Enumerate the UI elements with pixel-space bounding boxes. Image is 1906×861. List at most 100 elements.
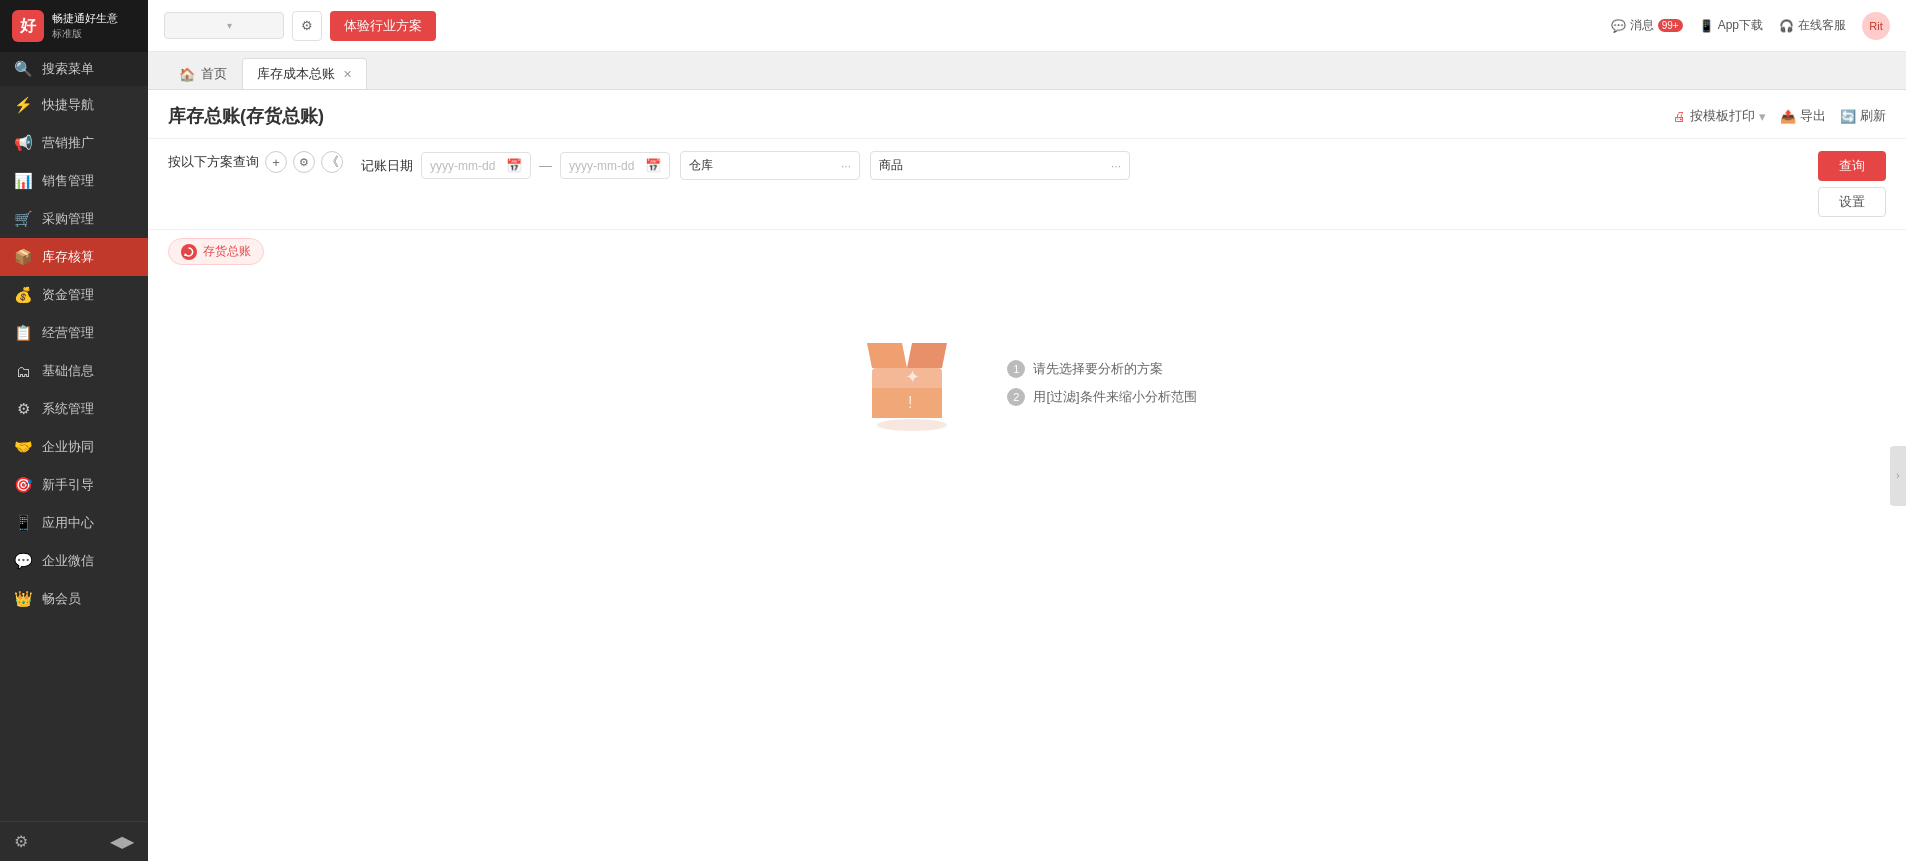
shortcut-icon: ⚡ — [14, 96, 32, 114]
message-button[interactable]: 💬 消息 99+ — [1611, 17, 1683, 34]
member-icon: 👑 — [14, 590, 32, 608]
sidebar-item-purchase[interactable]: 🛒 采购管理 — [0, 200, 148, 238]
export-icon: 📤 — [1780, 109, 1796, 124]
print-template-button[interactable]: 🖨 按模板打印 ▾ — [1673, 107, 1766, 125]
sidebar-item-newbie[interactable]: 🎯 新手引导 — [0, 466, 148, 504]
sidebar-item-sales[interactable]: 📊 销售管理 — [0, 162, 148, 200]
svg-marker-3 — [867, 343, 907, 368]
calendar-end-icon[interactable]: 📅 — [645, 158, 661, 173]
filter-settings-button[interactable]: 设置 — [1818, 187, 1886, 217]
empty-state: ✦ ! 1 请先选择要分析的方案 2 用[过滤]条件来缩小分析范围 — [148, 273, 1906, 493]
warehouse-more-icon[interactable]: ··· — [841, 159, 851, 173]
sidebar-inventory-label: 库存核算 — [42, 248, 94, 266]
scheme-tag-icon — [181, 244, 197, 260]
chevron-down-icon: ▾ — [227, 20, 232, 31]
sidebar-item-enterprise[interactable]: 🤝 企业协同 — [0, 428, 148, 466]
settings-footer-icon[interactable]: ⚙ — [14, 832, 28, 851]
right-collapse-button[interactable]: › — [1890, 446, 1906, 506]
search-icon: 🔍 — [14, 60, 32, 78]
main-area: ▾ ⚙ 体验行业方案 💬 消息 99+ 📱 App下载 🎧 在线客服 — [148, 0, 1906, 861]
sidebar-item-basics[interactable]: 🗂 基础信息 — [0, 352, 148, 390]
inventory-icon: 📦 — [14, 248, 32, 266]
tab-home-label: 首页 — [201, 65, 227, 83]
avatar: Rit — [1862, 12, 1890, 40]
online-service-button[interactable]: 🎧 在线客服 — [1779, 17, 1846, 34]
refresh-button[interactable]: 🔄 刷新 — [1840, 107, 1886, 125]
svg-point-1 — [877, 419, 947, 431]
date-end-input[interactable]: yyyy-mm-dd 📅 — [560, 152, 670, 179]
trial-industry-button[interactable]: 体验行业方案 — [330, 11, 436, 41]
tab-close-icon[interactable]: ✕ — [343, 68, 352, 81]
sidebar-item-system[interactable]: ⚙ 系统管理 — [0, 390, 148, 428]
query-button[interactable]: 查询 — [1818, 151, 1886, 181]
breadcrumb[interactable]: ▾ — [164, 12, 284, 39]
empty-illustration: ✦ ! — [857, 333, 977, 433]
empty-tip-1: 1 请先选择要分析的方案 — [1007, 360, 1196, 378]
page-title: 库存总账(存货总账) — [168, 104, 324, 128]
topbar: ▾ ⚙ 体验行业方案 💬 消息 99+ 📱 App下载 🎧 在线客服 — [148, 0, 1906, 52]
export-button[interactable]: 📤 导出 — [1780, 107, 1826, 125]
basics-icon: 🗂 — [14, 363, 32, 380]
scheme-tag[interactable]: 存货总账 — [168, 238, 264, 265]
collapse-toggle-icon[interactable]: ◀▶ — [110, 832, 134, 851]
logo-icon: 好 — [12, 10, 44, 42]
warehouse-filter-group: 仓库 ··· — [680, 151, 860, 180]
dropdown-arrow-icon: ▾ — [1759, 109, 1766, 124]
date-start-input[interactable]: yyyy-mm-dd 📅 — [421, 152, 531, 179]
app-logo: 好 畅捷通好生意 标准版 — [0, 0, 148, 52]
page-header: 库存总账(存货总账) 🖨 按模板打印 ▾ 📤 导出 🔄 刷新 — [148, 90, 1906, 139]
sidebar-item-search[interactable]: 🔍 搜索菜单 — [0, 52, 148, 86]
sidebar-item-appcenter[interactable]: 📱 应用中心 — [0, 504, 148, 542]
filter-label: 按以下方案查询 — [168, 153, 259, 171]
sidebar-search-label: 搜索菜单 — [42, 60, 94, 78]
scheme-tag-label: 存货总账 — [203, 243, 251, 260]
date-filter-group: 记账日期 yyyy-mm-dd 📅 — yyyy-mm-dd 📅 — [361, 152, 670, 179]
app-download-button[interactable]: 📱 App下载 — [1699, 17, 1763, 34]
wechat-icon: 💬 — [14, 552, 32, 570]
date-end-placeholder: yyyy-mm-dd — [569, 159, 634, 173]
sidebar-newbie-label: 新手引导 — [42, 476, 94, 494]
operations-icon: 📋 — [14, 324, 32, 342]
headset-icon: 🎧 — [1779, 19, 1794, 33]
refresh-label: 刷新 — [1860, 107, 1886, 125]
collapse-filter-button[interactable]: 《 — [321, 151, 343, 173]
sidebar-item-finance[interactable]: 💰 资金管理 — [0, 276, 148, 314]
warehouse-selector[interactable]: 仓库 ··· — [680, 151, 860, 180]
sidebar-purchase-label: 采购管理 — [42, 210, 94, 228]
tip-number-2: 2 — [1007, 388, 1025, 406]
enterprise-icon: 🤝 — [14, 438, 32, 456]
tab-inventory-ledger[interactable]: 库存成本总账 ✕ — [242, 58, 367, 89]
svg-rect-5 — [872, 388, 942, 418]
user-display: Rit — [1869, 20, 1882, 32]
settings-button[interactable]: ⚙ — [292, 11, 322, 41]
sidebar-nav: 🔍 搜索菜单 ⚡ 快捷导航 📢 营销推广 📊 销售管理 🛒 采购管理 📦 库存核… — [0, 52, 148, 821]
date-start-placeholder: yyyy-mm-dd — [430, 159, 495, 173]
tip-number-1: 1 — [1007, 360, 1025, 378]
svg-text:✦: ✦ — [905, 367, 920, 387]
manage-filter-button[interactable]: ⚙ — [293, 151, 315, 173]
tab-home[interactable]: 🏠 首页 — [164, 58, 242, 89]
message-label: 消息 — [1630, 17, 1654, 34]
add-filter-button[interactable]: + — [265, 151, 287, 173]
sidebar-footer: ⚙ ◀▶ — [0, 821, 148, 861]
breadcrumb-text — [175, 17, 223, 34]
sidebar-finance-label: 资金管理 — [42, 286, 94, 304]
product-more-icon[interactable]: ··· — [1111, 159, 1121, 173]
product-filter-group: 商品 ··· — [870, 151, 1130, 180]
sidebar-item-shortcut[interactable]: ⚡ 快捷导航 — [0, 86, 148, 124]
empty-tip-2: 2 用[过滤]条件来缩小分析范围 — [1007, 388, 1196, 406]
export-label: 导出 — [1800, 107, 1826, 125]
sidebar-item-inventory[interactable]: 📦 库存核算 — [0, 238, 148, 276]
product-selector[interactable]: 商品 ··· — [870, 151, 1130, 180]
user-profile-button[interactable]: Rit — [1862, 12, 1890, 40]
sidebar-item-member[interactable]: 👑 畅会员 — [0, 580, 148, 618]
filter-action-buttons: 查询 设置 — [1818, 151, 1886, 217]
tabbar: 🏠 首页 库存成本总账 ✕ — [148, 52, 1906, 90]
marketing-icon: 📢 — [14, 134, 32, 152]
calendar-start-icon[interactable]: 📅 — [506, 158, 522, 173]
purchase-icon: 🛒 — [14, 210, 32, 228]
system-icon: ⚙ — [14, 400, 32, 418]
sidebar-item-marketing[interactable]: 📢 营销推广 — [0, 124, 148, 162]
sidebar-item-operations[interactable]: 📋 经营管理 — [0, 314, 148, 352]
sidebar-item-wechat[interactable]: 💬 企业微信 — [0, 542, 148, 580]
